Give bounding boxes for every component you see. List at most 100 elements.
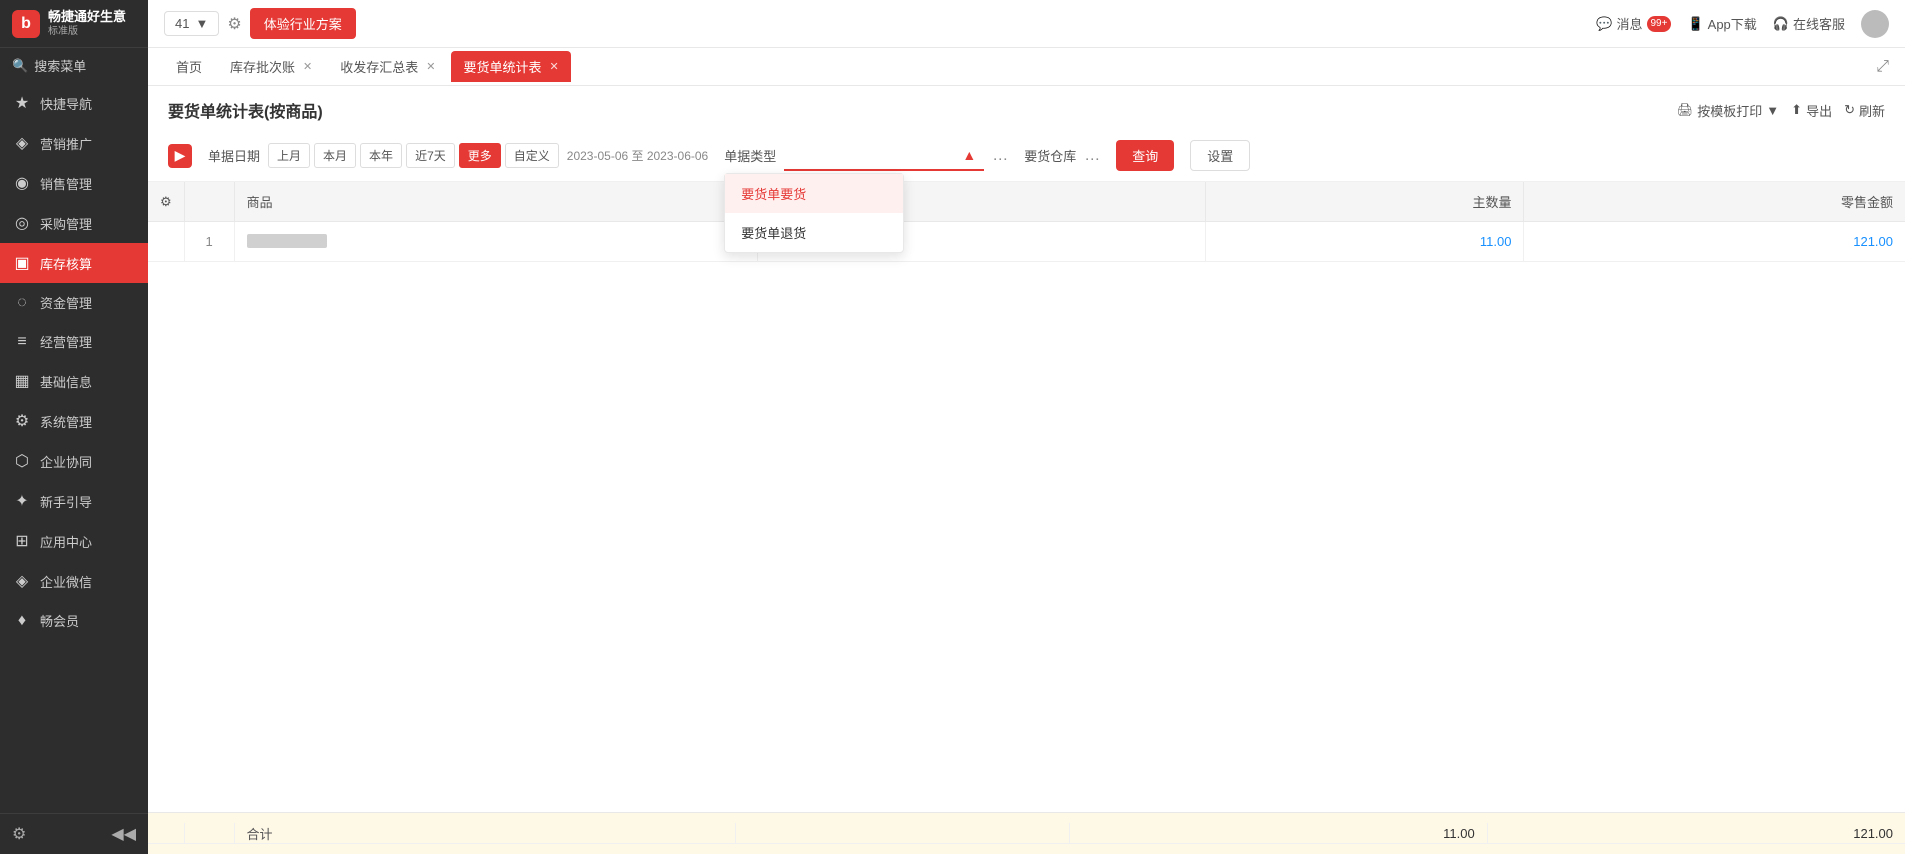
sidebar-footer: ⚙ ◀◀ xyxy=(0,813,148,854)
tab-close-icon[interactable]: ✕ xyxy=(303,60,312,73)
page-actions: 🖨 按模板打印 ▼ ⬆ 导出 ↻ 刷新 xyxy=(1677,101,1885,120)
app-title: 畅捷通好生意 xyxy=(48,9,126,26)
sidebar-item-wechat[interactable]: ◈ 企业微信 xyxy=(0,561,148,601)
membership-icon: ♦ xyxy=(12,612,32,630)
refresh-icon: ↻ xyxy=(1844,102,1855,118)
finance-icon: ◌ xyxy=(12,294,32,312)
date-range: 2023-05-06 至 2023-06-06 xyxy=(567,147,708,164)
td-goods xyxy=(234,222,757,262)
sidebar-item-cooperation[interactable]: ⬡企业协同 xyxy=(0,441,148,481)
app-subtitle: 标准版 xyxy=(48,25,126,38)
app-logo-text: 畅捷通好生意 标准版 xyxy=(48,9,126,39)
topbar-settings-icon[interactable]: ⚙ xyxy=(227,14,241,34)
messages-badge: 99+ xyxy=(1647,16,1672,32)
user-avatar[interactable] xyxy=(1861,10,1889,38)
sidebar-item-finance[interactable]: ◌资金管理 xyxy=(0,283,148,322)
date-btn-last-month[interactable]: 上月 xyxy=(268,143,310,168)
query-btn[interactable]: 查询 xyxy=(1116,140,1174,171)
tab-bar: 首页 库存批次账 ✕ 收发存汇总表 ✕ 要货单统计表 ✕ ⤢ xyxy=(148,48,1905,86)
message-icon: 💬 xyxy=(1596,16,1612,32)
sidebar-item-sales[interactable]: ◉销售管理 xyxy=(0,163,148,203)
sidebar-item-inventory[interactable]: ▣库存核算 xyxy=(0,243,148,283)
td-settings xyxy=(148,222,184,262)
wechat-icon: ◈ xyxy=(12,571,32,591)
tab-label: 要货单统计表 xyxy=(463,57,541,76)
table-row: 1 块 11.00 121.00 xyxy=(148,222,1905,262)
td-quantity[interactable]: 11.00 xyxy=(1205,222,1524,262)
topbar: 41 ▼ ⚙ 体验行业方案 💬 消息 99+ 📱 App下载 🎧 在线客服 xyxy=(148,0,1905,48)
sidebar-settings-icon[interactable]: ⚙ xyxy=(12,824,26,844)
footer-quantity: 11.00 xyxy=(1069,823,1487,844)
tab-expand-icon[interactable]: ⤢ xyxy=(1876,58,1889,76)
refresh-btn[interactable]: ↻ 刷新 xyxy=(1844,101,1885,120)
trial-btn[interactable]: 体验行业方案 xyxy=(250,8,356,39)
settings-btn[interactable]: 设置 xyxy=(1190,140,1250,171)
td-amount[interactable]: 121.00 xyxy=(1524,222,1905,262)
sidebar-item-label: 企业微信 xyxy=(40,572,92,591)
sidebar-item-quick-nav[interactable]: ★快捷导航 xyxy=(0,83,148,123)
tab-label: 库存批次账 xyxy=(230,57,295,76)
app-logo-icon: b xyxy=(12,10,40,38)
sidebar-search[interactable]: 🔍 搜索菜单 xyxy=(0,48,148,83)
tab-receivable-summary[interactable]: 收发存汇总表 ✕ xyxy=(328,51,447,82)
goods-blur xyxy=(247,234,327,248)
sidebar-collapse-icon[interactable]: ◀◀ xyxy=(111,824,136,844)
sidebar-item-guide[interactable]: ✦新手引导 xyxy=(0,481,148,521)
app-download-btn[interactable]: 📱 App下载 xyxy=(1687,14,1756,33)
tab-inventory-batch[interactable]: 库存批次账 ✕ xyxy=(218,51,324,82)
messages-btn[interactable]: 💬 消息 99+ xyxy=(1596,14,1671,33)
page-area: 要货单统计表(按商品) 🖨 按模板打印 ▼ ⬆ 导出 ↻ 刷新 ▶ xyxy=(148,86,1905,854)
guide-icon: ✦ xyxy=(12,491,32,511)
type-select[interactable]: ▲ xyxy=(784,141,984,171)
sidebar-item-label: 系统管理 xyxy=(40,412,92,431)
tab-close-active-icon[interactable]: ✕ xyxy=(550,60,559,73)
sidebar-item-system[interactable]: ⚙系统管理 xyxy=(0,401,148,441)
tab-order-summary[interactable]: 要货单统计表 ✕ xyxy=(451,51,570,82)
sidebar-item-marketing[interactable]: ◈ 营销推广 xyxy=(0,123,148,163)
type-dropdown: 要货单要货 要货单退货 xyxy=(724,173,904,253)
search-icon: 🔍 xyxy=(12,58,28,74)
date-btn-7days[interactable]: 近7天 xyxy=(406,143,455,168)
th-index xyxy=(184,182,234,222)
date-btn-this-month[interactable]: 本月 xyxy=(314,143,356,168)
type-more-icon[interactable]: … xyxy=(992,147,1008,165)
dropdown-item-order-return[interactable]: 要货单退货 xyxy=(725,213,903,252)
sidebar-item-label: 企业协同 xyxy=(40,452,92,471)
sidebar-item-label: 快捷导航 xyxy=(40,94,92,113)
chevron-print-icon: ▼ xyxy=(1766,103,1779,118)
headset-icon: 🎧 xyxy=(1773,16,1789,32)
sidebar-item-membership[interactable]: ♦畅会员 xyxy=(0,601,148,640)
sidebar-nav: ★快捷导航 ◈ 营销推广 ◉销售管理◎采购管理▣库存核算◌资金管理≡经营管理▦基础信息… xyxy=(0,83,148,813)
filter-warehouse-group: 要货仓库 … xyxy=(1024,146,1100,165)
print-btn[interactable]: 🖨 按模板打印 ▼ xyxy=(1677,101,1779,120)
date-btn-custom[interactable]: 自定义 xyxy=(505,143,559,168)
topbar-left: 41 ▼ ⚙ 体验行业方案 xyxy=(164,8,356,39)
warehouse-more-icon[interactable]: … xyxy=(1084,147,1100,165)
tab-home[interactable]: 首页 xyxy=(164,51,214,82)
filter-expand-btn[interactable]: ▶ xyxy=(168,144,192,168)
chevron-up-icon: ▲ xyxy=(962,147,976,163)
export-btn[interactable]: ⬆ 导出 xyxy=(1791,101,1832,120)
sidebar-item-label: 销售管理 xyxy=(40,174,92,193)
export-icon: ⬆ xyxy=(1791,102,1802,118)
warehouse-label: 要货仓库 xyxy=(1024,146,1076,165)
th-goods: 商品 xyxy=(234,182,757,222)
date-btn-this-year[interactable]: 本年 xyxy=(360,143,402,168)
th-settings[interactable]: ⚙ xyxy=(148,182,184,222)
td-index: 1 xyxy=(184,222,234,262)
date-btn-more[interactable]: 更多 xyxy=(459,143,501,168)
inventory-icon: ▣ xyxy=(12,253,32,273)
branch-selector[interactable]: 41 ▼ xyxy=(164,11,219,36)
purchase-icon: ◎ xyxy=(12,213,32,233)
dropdown-item-order-goods[interactable]: 要货单要货 xyxy=(725,174,903,213)
sidebar-item-purchase[interactable]: ◎采购管理 xyxy=(0,203,148,243)
data-table: ⚙ 商品 主计量单位 主数量 零售金额 1 xyxy=(148,182,1905,262)
sidebar-item-app-center[interactable]: ⊞应用中心 xyxy=(0,521,148,561)
date-label: 单据日期 xyxy=(208,146,260,165)
marketing-icon: ◈ xyxy=(12,133,32,153)
service-btn[interactable]: 🎧 在线客服 xyxy=(1773,14,1845,33)
sidebar-item-label: 营销推广 xyxy=(40,134,92,153)
sidebar-item-operations[interactable]: ≡经营管理 xyxy=(0,322,148,361)
tab-close-icon[interactable]: ✕ xyxy=(426,60,435,73)
sidebar-item-basic-info[interactable]: ▦基础信息 xyxy=(0,361,148,401)
